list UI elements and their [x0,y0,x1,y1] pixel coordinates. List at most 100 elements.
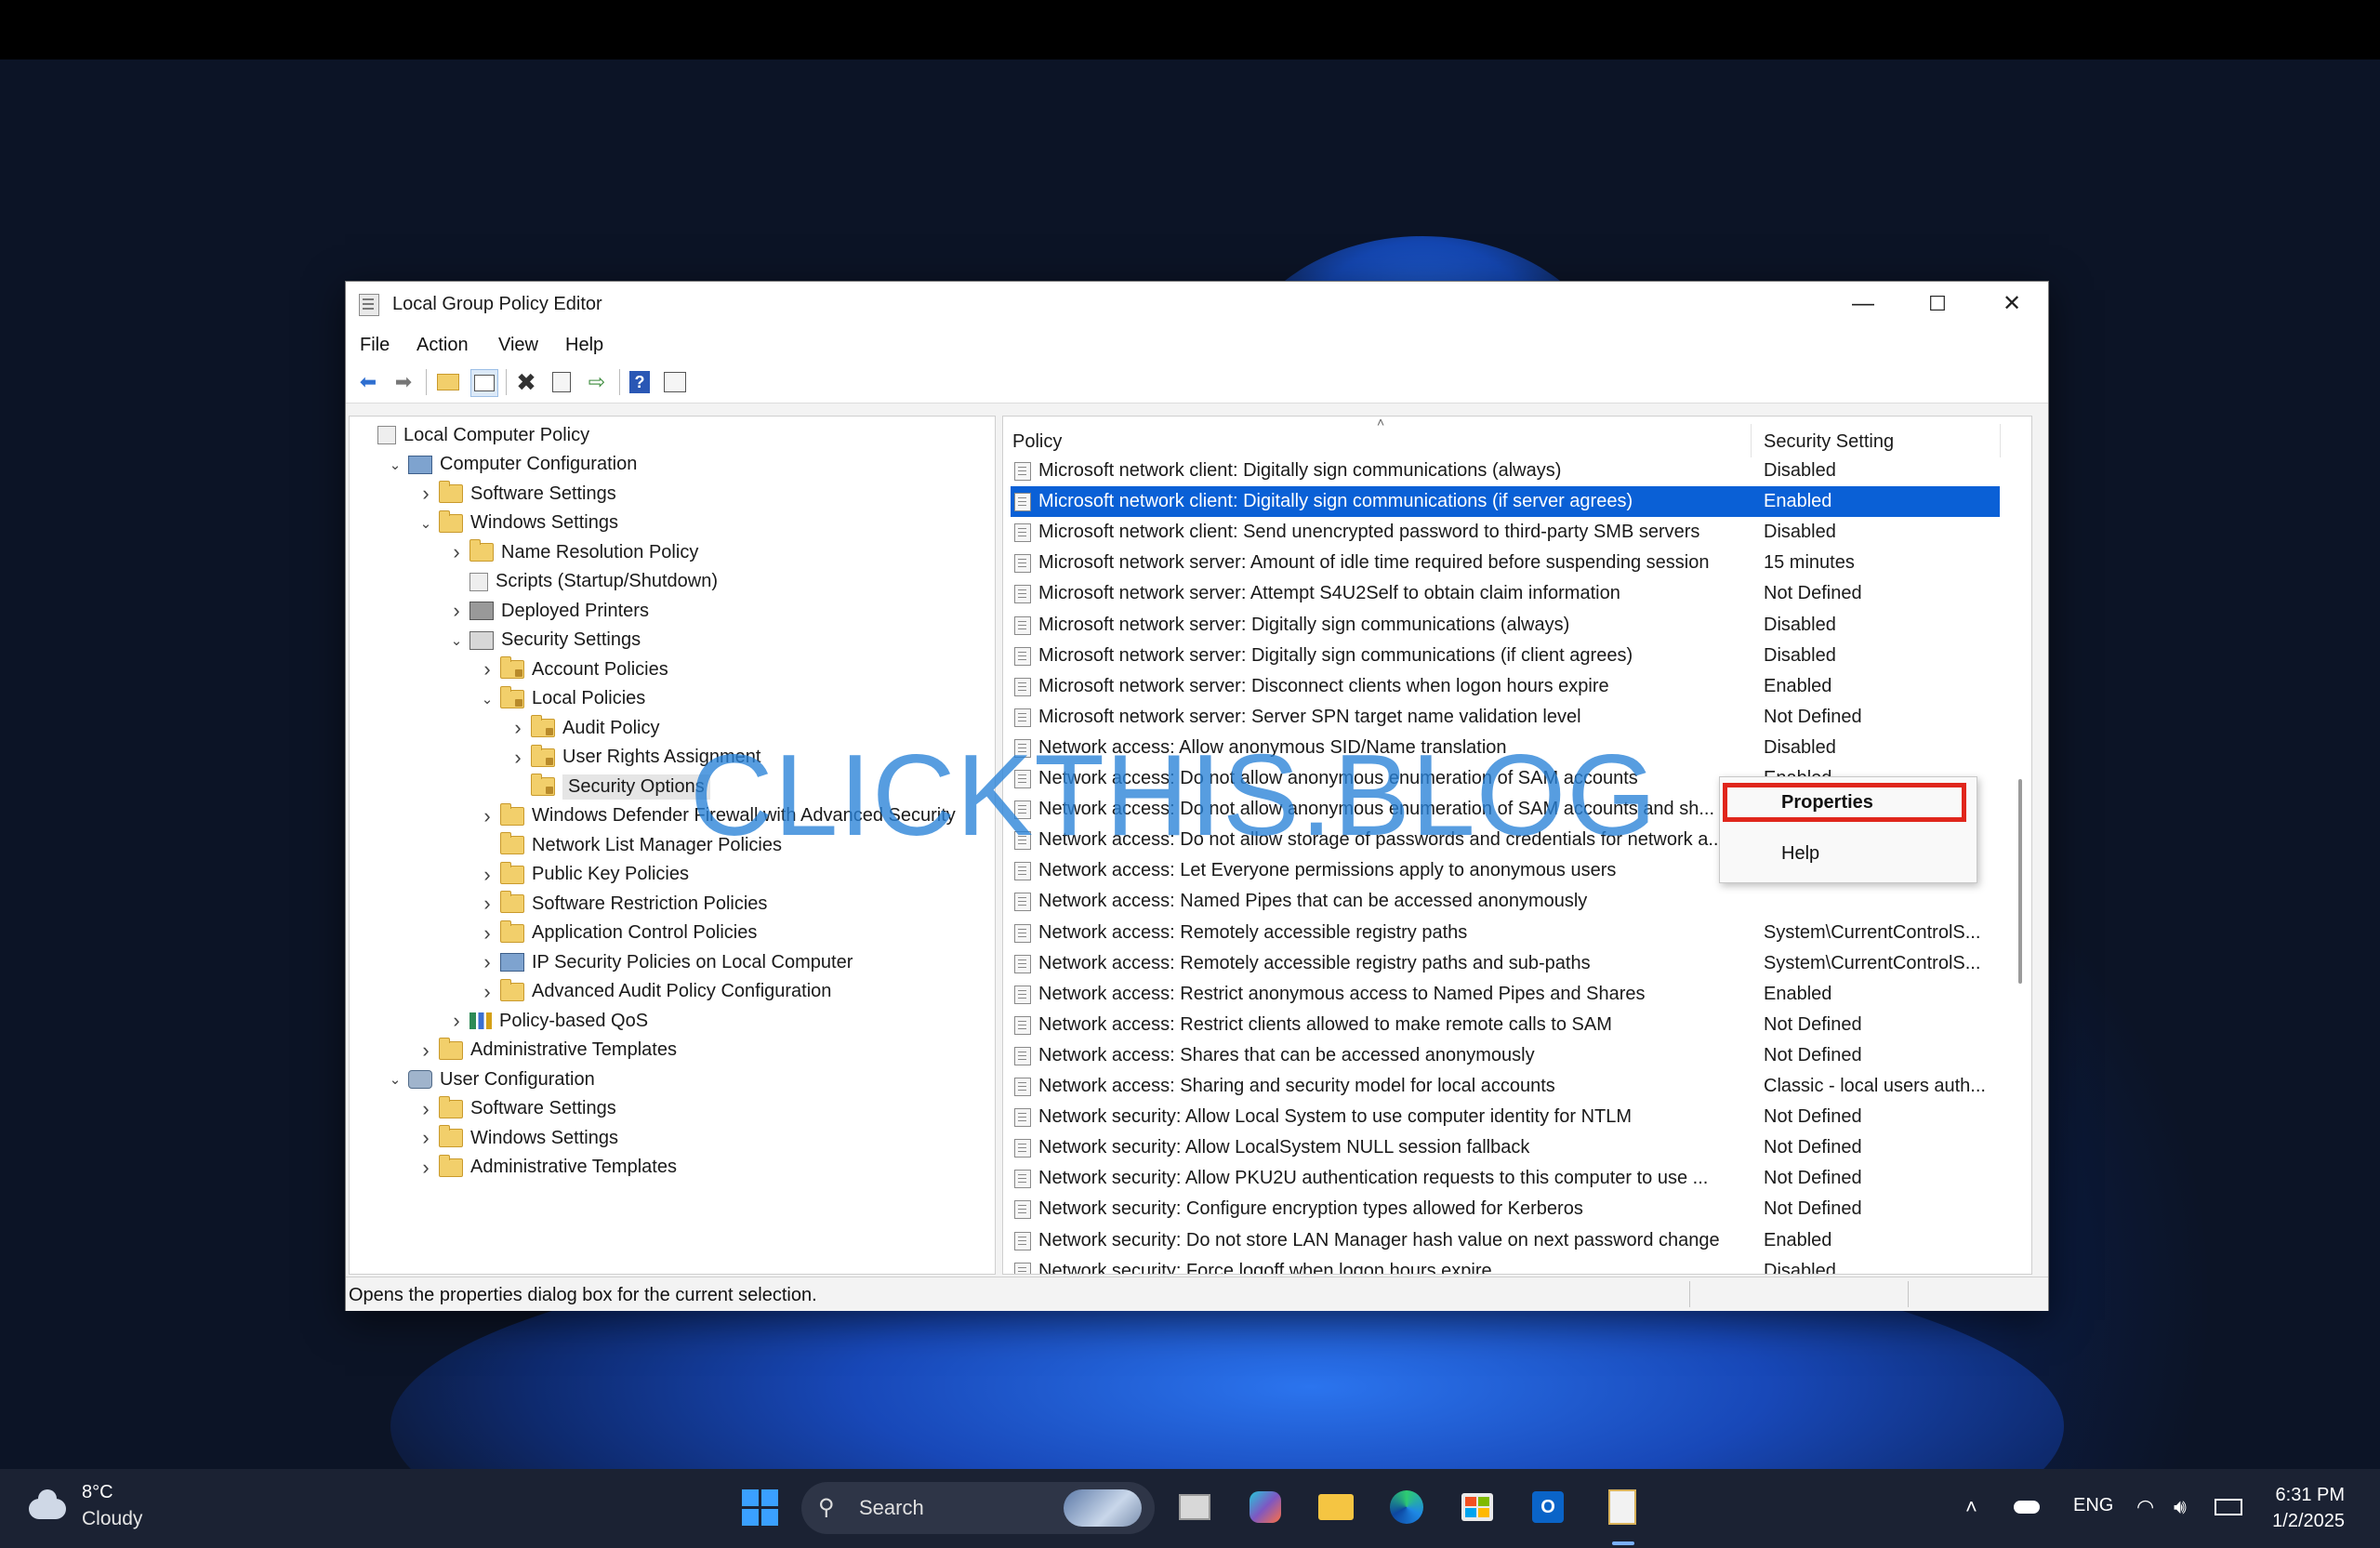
policy-row[interactable]: Network security: Allow Local System to … [1011,1102,2000,1132]
policy-row[interactable]: Microsoft network server: Digitally sign… [1011,641,2000,671]
policy-row[interactable]: Microsoft network server: Attempt S4U2Se… [1011,578,2000,609]
column-header-security-setting[interactable]: Security Setting [1764,431,1894,453]
chevron-right-icon[interactable]: › [478,921,496,946]
wifi-icon[interactable]: ◠ [2136,1495,2154,1519]
onedrive-cloud-icon[interactable] [2014,1495,2040,1514]
tree-node[interactable]: › Name Resolution Policy [447,538,698,566]
policy-row[interactable]: Network access: Remotely accessible regi… [1011,948,2000,979]
chevron-down-icon[interactable]: ⌄ [478,691,496,708]
tree-node[interactable]: ⌄ Local Policies [478,685,645,713]
forward-arrow-icon[interactable]: ➡ [390,369,416,395]
language-indicator[interactable]: ENG [2073,1495,2113,1516]
chevron-right-icon[interactable]: › [509,716,527,740]
tree-node[interactable]: › Deployed Printers [447,597,649,625]
tree-node[interactable]: › Administrative Templates [416,1154,677,1182]
tree-node[interactable]: Scripts (Startup/Shutdown) [447,568,718,596]
microsoft-store-icon[interactable] [1456,1486,1499,1528]
policy-row[interactable]: Network access: Restrict clients allowed… [1011,1010,2000,1040]
chevron-right-icon[interactable]: › [416,1126,435,1150]
chevron-right-icon[interactable]: › [416,1039,435,1063]
cloud-weather-icon[interactable] [26,1488,69,1530]
policy-row[interactable]: Network security: Allow LocalSystem NULL… [1011,1132,2000,1163]
chevron-up-icon[interactable]: ˄ [1965,1495,1977,1519]
policy-row[interactable]: Network access: Named Pipes that can be … [1011,886,2000,917]
chevron-right-icon[interactable]: › [447,1009,466,1033]
back-arrow-icon[interactable]: ⬅ [355,369,381,395]
tree-node[interactable]: › IP Security Policies on Local Computer [478,948,853,976]
policy-row[interactable]: Network access: Restrict anonymous acces… [1011,979,2000,1010]
menu-help[interactable]: Help [565,335,603,356]
tree-node[interactable]: › Administrative Templates [416,1037,677,1065]
show-hide-tree-icon[interactable] [470,369,498,397]
edge-browser-icon[interactable] [1385,1486,1428,1528]
vertical-scrollbar[interactable] [2018,779,2022,984]
chevron-right-icon[interactable]: › [478,863,496,887]
chevron-down-icon[interactable]: ⌄ [416,515,435,532]
policy-row[interactable]: Microsoft network server: Digitally sign… [1011,610,2000,641]
minimize-button[interactable]: — [1827,282,1899,328]
weather-description[interactable]: Cloudy [82,1508,142,1530]
policy-row[interactable]: Network access: Remotely accessible regi… [1011,918,2000,948]
chevron-right-icon[interactable]: › [478,657,496,681]
tree-node[interactable]: ⌄ Computer Configuration [386,451,638,479]
policy-row[interactable]: Network security: Do not store LAN Manag… [1011,1225,2000,1256]
chevron-right-icon[interactable]: › [416,1156,435,1180]
chevron-right-icon[interactable]: › [447,540,466,564]
maximize-button[interactable]: ☐ [1901,282,1974,328]
tree-node[interactable]: › Windows Settings [416,1124,618,1152]
menu-file[interactable]: File [360,335,390,356]
delete-icon[interactable]: ✖ [513,368,539,396]
group-policy-editor-taskbar-icon[interactable] [1601,1486,1644,1528]
chevron-down-icon[interactable]: ⌄ [447,632,466,649]
chevron-right-icon[interactable]: › [478,892,496,916]
copilot-icon[interactable] [1244,1486,1287,1528]
tree-node[interactable]: › Audit Policy [509,714,660,742]
weather-temperature[interactable]: 8°C [82,1482,113,1503]
chevron-right-icon[interactable]: › [478,950,496,974]
tree-node[interactable]: ⌄ Windows Settings [416,509,618,537]
policy-row[interactable]: Microsoft network server: Amount of idle… [1011,548,2000,578]
start-windows-icon[interactable] [738,1486,781,1528]
chevron-right-icon[interactable]: › [416,1097,435,1121]
battery-icon[interactable] [2215,1495,2242,1515]
policy-row[interactable]: Microsoft network client: Digitally sign… [1011,456,2000,486]
policy-row[interactable]: Microsoft network client: Send unencrypt… [1011,517,2000,548]
tree-node[interactable]: › Software Settings [416,480,616,508]
chevron-right-icon[interactable]: › [447,599,466,623]
policy-row[interactable]: Network access: Shares that can be acces… [1011,1040,2000,1071]
close-button[interactable]: ✕ [1976,282,2048,328]
selected-policy-row[interactable]: Microsoft network client: Digitally sign… [1011,486,2000,518]
tree-node[interactable]: Local Computer Policy [355,421,589,449]
policy-row[interactable]: Microsoft network server: Server SPN tar… [1011,702,2000,733]
chevron-right-icon[interactable]: › [416,482,435,506]
policy-row[interactable]: Network access: Sharing and security mod… [1011,1071,2000,1102]
file-explorer-icon[interactable] [1315,1486,1357,1528]
outlook-icon[interactable]: O [1527,1486,1569,1528]
title-bar[interactable]: Local Group Policy Editor — ☐ ✕ [346,282,2048,328]
policy-row[interactable]: Microsoft network server: Disconnect cli… [1011,671,2000,702]
tree-node[interactable]: Security Options [509,773,710,800]
show-action-pane-icon[interactable] [662,369,688,395]
tree-node[interactable]: › Software Restriction Policies [478,890,767,918]
policy-row[interactable]: Network security: Configure encryption t… [1011,1194,2000,1224]
tree-node[interactable]: › Software Settings [416,1095,616,1123]
help-icon[interactable]: ? [627,369,653,395]
chevron-down-icon[interactable]: ⌄ [386,1071,404,1088]
tree-node[interactable]: ⌄ User Configuration [386,1065,595,1093]
policy-row[interactable]: Network security: Allow PKU2U authentica… [1011,1163,2000,1194]
task-view-icon[interactable] [1173,1486,1216,1528]
taskbar-search-box[interactable]: ⚲ Search [801,1482,1155,1534]
menu-view[interactable]: View [498,335,538,356]
tree-node[interactable]: › Account Policies [478,655,668,683]
policy-row[interactable]: Network security: Force logoff when logo… [1011,1256,2000,1274]
context-menu-help[interactable]: Help [1720,835,1977,872]
clock[interactable]: 6:31 PM 1/2/2025 [2272,1482,2345,1534]
menu-action[interactable]: Action [416,335,469,356]
tree-node[interactable]: › Public Key Policies [478,861,689,889]
volume-icon[interactable]: 🔊︎ [2174,1495,2187,1519]
chevron-down-icon[interactable]: ⌄ [386,456,404,473]
chevron-right-icon[interactable]: › [509,746,527,770]
export-list-icon[interactable]: ⇨ [584,369,610,395]
up-folder-icon[interactable] [435,369,461,395]
properties-icon[interactable] [549,369,575,395]
